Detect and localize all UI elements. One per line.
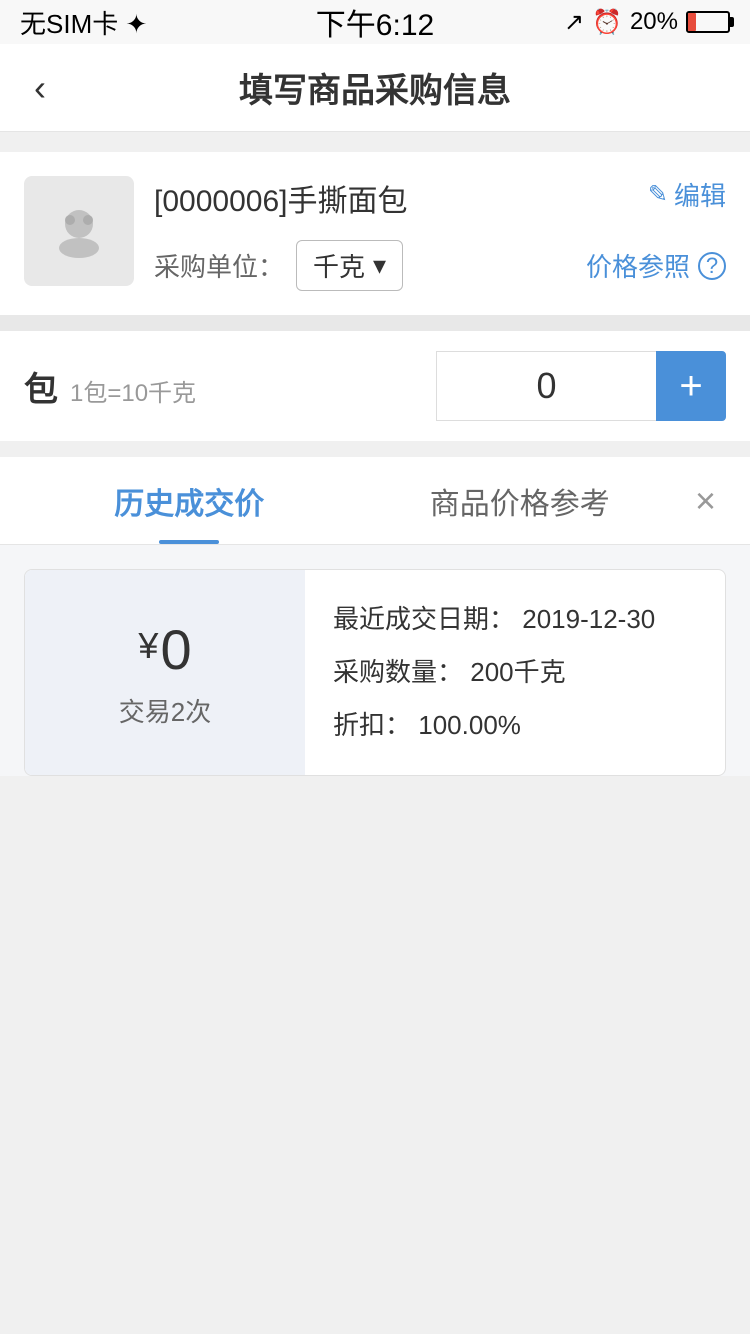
close-panel-button[interactable]: × [685, 470, 726, 532]
battery-icon [686, 11, 730, 33]
quantity-value: 0 [536, 365, 556, 407]
status-time: 下午6:12 [316, 0, 434, 44]
transaction-count: 交易2次 [119, 692, 211, 729]
quantity-input[interactable]: 0 [436, 351, 656, 421]
quantity-conversion: 1包=10千克 [70, 373, 196, 408]
product-details: [0000006]手撕面包 ✎ 编辑 采购单位： 千克 ▾ 价格参照 ? [154, 176, 726, 291]
tab-history-label: 历史成交价 [114, 479, 264, 523]
battery-container [686, 11, 730, 33]
currency-symbol: ¥ [138, 625, 158, 667]
purchase-qty-label: 采购数量： [333, 657, 463, 687]
quantity-plus-button[interactable]: + [656, 351, 726, 421]
price-panel: 历史成交价 商品价格参考 × ¥ 0 交易2次 最近成交日期： 2019-12-… [0, 457, 750, 776]
edit-button[interactable]: ✎ 编辑 [648, 176, 726, 213]
price-amount-display: ¥ 0 [138, 617, 191, 682]
page-title: 填写商品采购信息 [239, 63, 511, 112]
purchase-unit-label: 采购单位： [154, 247, 284, 284]
product-name: [0000006]手撕面包 [154, 176, 407, 220]
quantity-row: 包 1包=10千克 0 + [0, 331, 750, 441]
tab-price-reference[interactable]: 商品价格参考 [354, 457, 684, 544]
battery-percent: 20% [630, 8, 678, 36]
purchase-unit-row: 采购单位： 千克 ▾ 价格参照 ? [154, 240, 726, 291]
product-image [24, 176, 134, 286]
alarm-icon: ⏰ [592, 8, 622, 37]
price-detail-right: 最近成交日期： 2019-12-30 采购数量： 200千克 折扣： 100.0… [305, 570, 725, 775]
close-icon: × [695, 480, 716, 521]
recent-date-row: 最近成交日期： 2019-12-30 [333, 600, 697, 639]
back-button[interactable]: ‹ [24, 57, 56, 119]
price-panel-tabs: 历史成交价 商品价格参考 × [0, 457, 750, 545]
discount-value: 100.00% [418, 710, 521, 740]
purchase-qty-value: 200千克 [470, 657, 565, 687]
signal-label: 无SIM卡 ✦ [20, 9, 147, 39]
edit-icon: ✎ [648, 180, 668, 209]
dropdown-arrow-icon: ▾ [373, 250, 386, 281]
price-data-card: ¥ 0 交易2次 最近成交日期： 2019-12-30 采购数量： 200千克 … [24, 569, 726, 776]
status-bar: 无SIM卡 ✦ 下午6:12 ↗ ⏰ 20% [0, 0, 750, 44]
recent-date-label: 最近成交日期： [333, 604, 515, 634]
purchase-qty-row: 采购数量： 200千克 [333, 653, 697, 692]
discount-row: 折扣： 100.00% [333, 706, 697, 745]
product-header: [0000006]手撕面包 ✎ 编辑 [154, 176, 726, 220]
product-card: [0000006]手撕面包 ✎ 编辑 采购单位： 千克 ▾ 价格参照 ? [0, 152, 750, 315]
tab-history-price[interactable]: 历史成交价 [24, 457, 354, 544]
help-icon: ? [698, 252, 726, 280]
price-summary-left: ¥ 0 交易2次 [25, 570, 305, 775]
nav-bar: ‹ 填写商品采购信息 [0, 44, 750, 132]
plus-icon: + [679, 364, 702, 409]
location-icon: ↗ [564, 8, 584, 37]
unit-select-dropdown[interactable]: 千克 ▾ [296, 240, 403, 291]
edit-label: 编辑 [674, 176, 726, 213]
discount-label: 折扣： [333, 710, 411, 740]
price-value: 0 [160, 617, 191, 682]
status-left: 无SIM卡 ✦ [20, 4, 147, 41]
unit-value: 千克 [313, 247, 365, 284]
price-ref-label: 价格参照 [586, 247, 690, 284]
quantity-label-group: 包 1包=10千克 [24, 362, 196, 411]
product-thumbnail-icon [44, 196, 114, 266]
quantity-unit-label: 包 [24, 362, 58, 411]
tab-reference-label: 商品价格参考 [430, 479, 610, 523]
separator [0, 315, 750, 331]
status-right: ↗ ⏰ 20% [564, 8, 730, 37]
battery-fill [688, 13, 696, 31]
quantity-input-group: 0 + [436, 351, 726, 421]
recent-date-value: 2019-12-30 [522, 604, 655, 634]
price-reference-button[interactable]: 价格参照 ? [586, 247, 726, 284]
